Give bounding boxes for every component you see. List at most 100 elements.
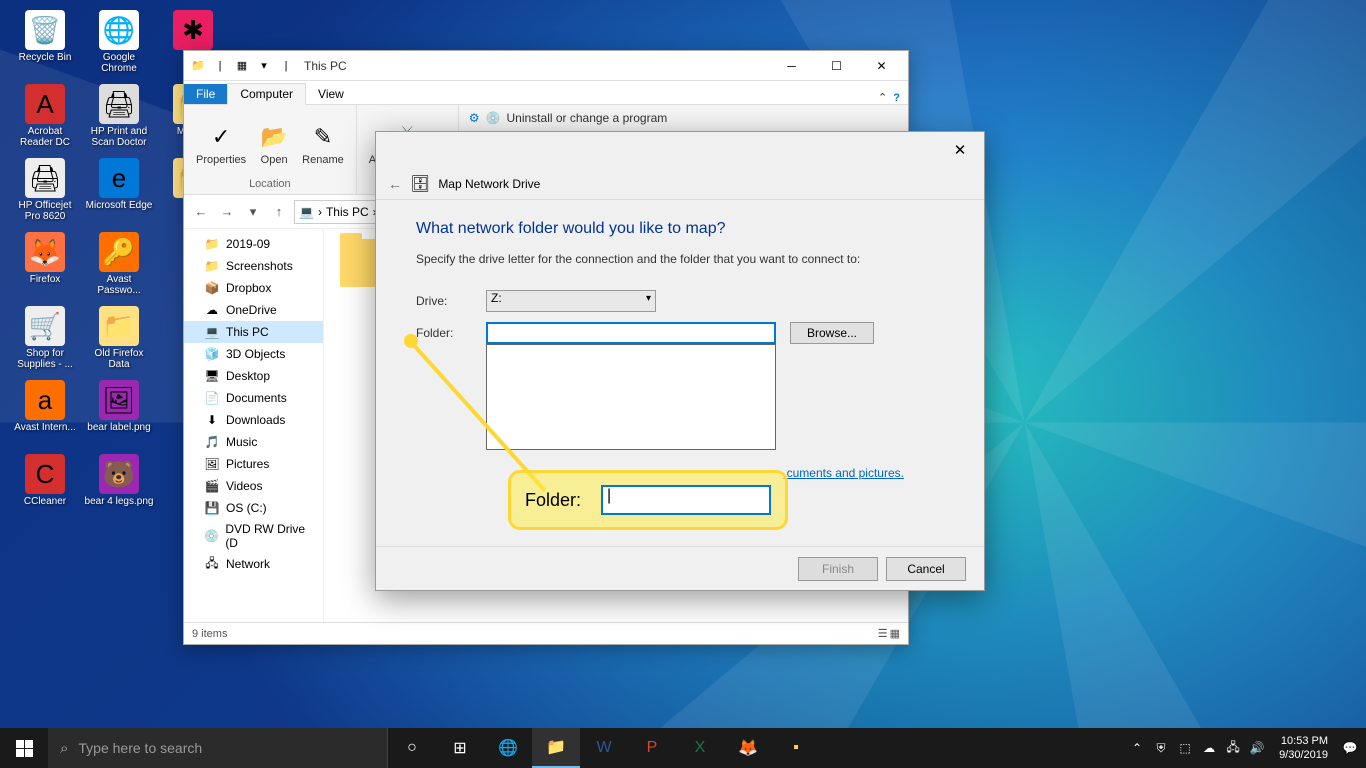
dialog-subtitle: Specify the drive letter for the connect… — [416, 252, 944, 266]
taskbar-word[interactable]: W — [580, 728, 628, 768]
nav-item[interactable]: 📄Documents — [184, 387, 323, 409]
uninstall-link[interactable]: Uninstall or change a program — [507, 111, 668, 125]
desktop-icon[interactable]: 🛒Shop for Supplies - ... — [8, 304, 82, 374]
qab-properties-icon[interactable]: ▦ — [232, 56, 252, 76]
taskbar-app-2[interactable]: ▪ — [772, 728, 820, 768]
qab-dropdown-icon[interactable]: ▾ — [254, 56, 274, 76]
explorer-titlebar[interactable]: 📁 | ▦ ▾ | This PC ─ ☐ ✕ — [184, 51, 908, 81]
folder-callout: Folder: | — [508, 470, 788, 530]
nav-item[interactable]: 🧊3D Objects — [184, 343, 323, 365]
desktop-icon[interactable]: AAcrobat Reader DC — [8, 82, 82, 152]
action-center-button[interactable]: 💬 — [1340, 728, 1360, 768]
dialog-close-button[interactable]: ✕ — [944, 136, 976, 164]
dialog-title: Map Network Drive — [438, 177, 540, 191]
nav-item[interactable]: 💻This PC — [184, 321, 323, 343]
open-button[interactable]: 📂Open — [254, 119, 294, 168]
tray-security-icon[interactable]: ⛨ — [1151, 728, 1171, 768]
location-group-label: Location — [249, 178, 291, 190]
ribbon-tabs: File Computer View ⌃ ? — [184, 81, 908, 105]
rename-button[interactable]: ✎Rename — [298, 119, 348, 168]
dialog-back-icon[interactable]: ← — [388, 176, 402, 192]
nav-up-button[interactable]: ↑ — [268, 201, 290, 223]
tray-volume-icon[interactable]: 🔊 — [1247, 728, 1267, 768]
start-button[interactable] — [0, 728, 48, 768]
folder-label: Folder: — [416, 326, 472, 340]
desktop-icon[interactable]: 🔑Avast Passwo... — [82, 230, 156, 300]
windows-logo-icon — [16, 740, 33, 757]
minimize-button[interactable]: ─ — [769, 52, 814, 80]
breadcrumb-this-pc[interactable]: This PC — [326, 205, 369, 219]
pc-icon: 💻 — [299, 205, 314, 219]
nav-item[interactable]: 📁2019-09 — [184, 233, 323, 255]
finish-button[interactable]: Finish — [798, 557, 878, 581]
window-title: This PC — [304, 59, 347, 73]
view-icons-icon[interactable]: ▦ — [890, 627, 900, 640]
nav-item[interactable]: 📁Screenshots — [184, 255, 323, 277]
documents-pictures-link[interactable]: .cuments and pictures. — [783, 466, 904, 480]
desktop-icon[interactable]: 🖼bear label.png — [82, 378, 156, 448]
drive-label: Drive: — [416, 294, 472, 308]
tab-file[interactable]: File — [184, 84, 227, 104]
cortana-button[interactable]: ○ — [388, 728, 436, 768]
nav-item[interactable]: ☁OneDrive — [184, 299, 323, 321]
cancel-button[interactable]: Cancel — [886, 557, 966, 581]
drive-select[interactable]: Z: — [486, 290, 656, 312]
desktop-icon[interactable]: eMicrosoft Edge — [82, 156, 156, 226]
desktop-icon[interactable]: aAvast Intern... — [8, 378, 82, 448]
desktop-icon[interactable]: 🌐Google Chrome — [82, 8, 156, 78]
tab-computer[interactable]: Computer — [227, 83, 306, 105]
desktop-icon[interactable]: 🖨HP Print and Scan Doctor — [82, 82, 156, 152]
task-view-button[interactable]: ⊞ — [436, 728, 484, 768]
nav-item[interactable]: ⬇Downloads — [184, 409, 323, 431]
nav-recent-dropdown[interactable]: ▾ — [242, 201, 264, 223]
tray-overflow-icon[interactable]: ⌃ — [1127, 728, 1147, 768]
tab-view[interactable]: View — [306, 84, 356, 104]
nav-item[interactable]: 🎵Music — [184, 431, 323, 453]
qab-divider2: | — [276, 56, 296, 76]
close-button[interactable]: ✕ — [859, 52, 904, 80]
ribbon-collapse-icon[interactable]: ⌃ — [878, 91, 887, 104]
folder-dropdown-list[interactable] — [486, 344, 776, 450]
nav-back-button[interactable]: ← — [190, 201, 212, 223]
taskbar-firefox[interactable]: 🦊 — [724, 728, 772, 768]
callout-folder-label: Folder: — [525, 490, 581, 511]
taskbar-excel[interactable]: X — [676, 728, 724, 768]
settings-gear-icon[interactable]: ⚙ — [469, 111, 480, 125]
maximize-button[interactable]: ☐ — [814, 52, 859, 80]
taskbar-app-1[interactable]: 🌐 — [484, 728, 532, 768]
taskbar-file-explorer[interactable]: 📁 — [532, 728, 580, 768]
navigation-pane[interactable]: 📁2019-09📁Screenshots📦Dropbox☁OneDrive💻Th… — [184, 229, 324, 622]
nav-item[interactable]: 💾OS (C:) — [184, 497, 323, 519]
tray-onedrive-icon[interactable]: ☁ — [1199, 728, 1219, 768]
desktop-icon[interactable]: CCCleaner — [8, 452, 82, 522]
nav-item[interactable]: 🎬Videos — [184, 475, 323, 497]
taskbar-clock[interactable]: 10:53 PM 9/30/2019 — [1271, 734, 1336, 763]
browse-button[interactable]: Browse... — [790, 322, 874, 344]
desktop-icon[interactable]: 🖨HP Officejet Pro 8620 — [8, 156, 82, 226]
explorer-icon: 📁 — [188, 56, 208, 76]
item-count: 9 items — [192, 628, 227, 640]
desktop-icon[interactable]: 🗑️Recycle Bin — [8, 8, 82, 78]
desktop-icon[interactable]: 🦊Firefox — [8, 230, 82, 300]
nav-item[interactable]: 📦Dropbox — [184, 277, 323, 299]
nav-item[interactable]: 🖧Network — [184, 553, 323, 575]
tray-network-icon[interactable]: 🖧 — [1223, 728, 1243, 768]
desktop-icon[interactable]: 📁Old Firefox Data — [82, 304, 156, 374]
programs-icon[interactable]: 💿 — [486, 111, 501, 125]
taskbar-powerpoint[interactable]: P — [628, 728, 676, 768]
dialog-heading: What network folder would you like to ma… — [416, 220, 944, 238]
nav-forward-button[interactable]: → — [216, 201, 238, 223]
nav-item[interactable]: 🖥Desktop — [184, 365, 323, 387]
folder-combobox[interactable] — [486, 322, 776, 344]
nav-item[interactable]: 💿DVD RW Drive (D — [184, 519, 323, 553]
desktop-icon[interactable]: 🐻bear 4 legs.png — [82, 452, 156, 522]
callout-folder-input: | — [601, 485, 771, 515]
properties-button[interactable]: ✓Properties — [192, 119, 250, 168]
view-details-icon[interactable]: ☰ — [878, 627, 888, 640]
nav-item[interactable]: 🖼Pictures — [184, 453, 323, 475]
status-bar: 9 items ☰ ▦ — [184, 622, 908, 644]
tray-dropbox-icon[interactable]: ⬚ — [1175, 728, 1195, 768]
help-icon[interactable]: ? — [893, 92, 900, 104]
taskbar-search[interactable]: ⌕ Type here to search — [48, 728, 388, 768]
qab-divider: | — [210, 56, 230, 76]
